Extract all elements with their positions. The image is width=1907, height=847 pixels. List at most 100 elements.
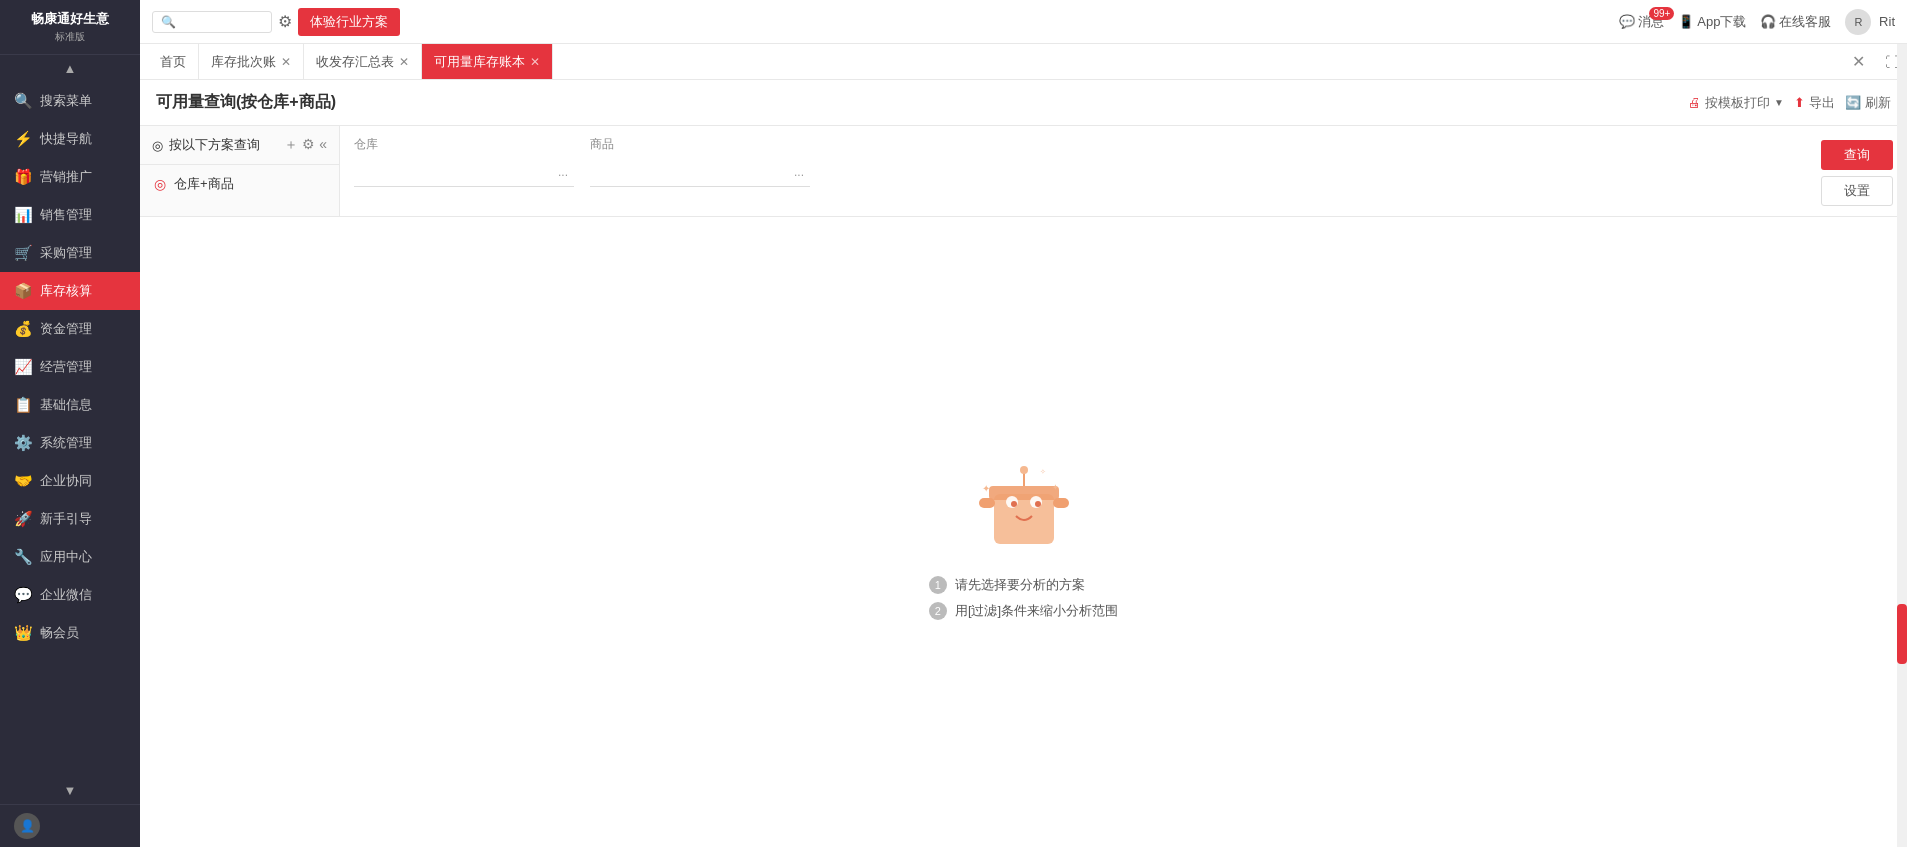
message-button[interactable]: 💬 消息 99+ [1619, 13, 1664, 31]
tab-close-icon[interactable]: ✕ [530, 55, 540, 69]
tab-close-icon[interactable]: ✕ [399, 55, 409, 69]
industry-solution-button[interactable]: 体验行业方案 [298, 8, 400, 36]
marketing-icon: 🎁 [14, 168, 32, 186]
scheme-item-label: 仓库+商品 [174, 175, 234, 193]
system-icon: ⚙️ [14, 434, 32, 452]
export-button[interactable]: ⬆ 导出 [1794, 94, 1835, 112]
gear-icon[interactable]: ⚙ [278, 12, 292, 31]
refresh-button[interactable]: 🔄 刷新 [1845, 94, 1891, 112]
user-avatar: 👤 [14, 813, 40, 839]
tab-available-ledger[interactable]: 可用量库存账本 ✕ [422, 44, 553, 80]
sidebar-item-marketing[interactable]: 🎁 营销推广 [0, 158, 140, 196]
sidebar-item-appcenter[interactable]: 🔧 应用中心 [0, 538, 140, 576]
app-edition: 标准版 [55, 30, 85, 44]
svg-rect-9 [1053, 498, 1069, 508]
query-section: ◎ 按以下方案查询 ＋ ⚙ « ◎ 仓库+商品 仓库 [140, 126, 1907, 217]
svg-text:✦: ✦ [1052, 483, 1059, 492]
sidebar-item-label: 搜索菜单 [40, 92, 92, 110]
sidebar-item-finance[interactable]: 💰 资金管理 [0, 310, 140, 348]
sidebar-item-enterprise[interactable]: 🤝 企业协同 [0, 462, 140, 500]
sidebar-item-guide[interactable]: 🚀 新手引导 [0, 500, 140, 538]
svg-text:✧: ✧ [1040, 468, 1046, 475]
sidebar-item-quicknav[interactable]: ⚡ 快捷导航 [0, 120, 140, 158]
product-field: 商品 ... [590, 136, 810, 187]
right-scrollbar[interactable] [1897, 44, 1907, 847]
page-header: 可用量查询(按仓库+商品) 🖨 按模板打印 ▼ ⬆ 导出 🔄 刷新 [140, 80, 1907, 126]
basic-info-icon: 📋 [14, 396, 32, 414]
svg-rect-8 [979, 498, 995, 508]
sidebar-item-label: 应用中心 [40, 548, 92, 566]
export-label: 导出 [1809, 94, 1835, 112]
sidebar-item-sales[interactable]: 📊 销售管理 [0, 196, 140, 234]
tab-label: 首页 [160, 53, 186, 71]
warehouse-input-container[interactable]: ... [354, 157, 574, 187]
sidebar-user[interactable]: 👤 [0, 804, 140, 847]
scrollbar-thumb[interactable] [1897, 604, 1907, 664]
sidebar-item-label: 采购管理 [40, 244, 92, 262]
avatar: R [1845, 9, 1871, 35]
tab-home[interactable]: 首页 [148, 44, 199, 80]
product-input[interactable] [596, 164, 790, 179]
warehouse-more-button[interactable]: ... [558, 165, 568, 179]
sidebar-item-search[interactable]: 🔍 搜索菜单 [0, 82, 140, 120]
sidebar-item-basic[interactable]: 📋 基础信息 [0, 386, 140, 424]
chevron-down-icon: ▼ [1774, 97, 1784, 108]
warehouse-field: 仓库 ... [354, 136, 574, 187]
operation-icon: 📈 [14, 358, 32, 376]
customer-service-button[interactable]: 🎧 在线客服 [1760, 13, 1831, 31]
sidebar-item-label: 企业微信 [40, 586, 92, 604]
sidebar-item-label: 基础信息 [40, 396, 92, 414]
sidebar-item-label: 系统管理 [40, 434, 92, 452]
warehouse-input[interactable] [360, 164, 554, 179]
app-download-button[interactable]: 📱 App下载 [1678, 13, 1746, 31]
search-icon: 🔍 [161, 15, 176, 29]
query-action-buttons: 查询 设置 [1821, 136, 1893, 206]
print-button[interactable]: 🖨 按模板打印 ▼ [1688, 94, 1784, 112]
search-menu-icon: 🔍 [14, 92, 32, 110]
sidebar-item-system[interactable]: ⚙️ 系统管理 [0, 424, 140, 462]
quicknav-icon: ⚡ [14, 130, 32, 148]
tab-label: 库存批次账 [211, 53, 276, 71]
tab-batch-ledger[interactable]: 库存批次账 ✕ [199, 44, 304, 80]
tab-close-icon[interactable]: ✕ [281, 55, 291, 69]
settings-scheme-button[interactable]: ⚙ [302, 136, 315, 154]
product-more-button[interactable]: ... [794, 165, 804, 179]
sidebar-scroll-down[interactable]: ▼ [0, 777, 140, 804]
phone-icon: 📱 [1678, 14, 1694, 29]
sidebar-item-member[interactable]: 👑 畅会员 [0, 614, 140, 652]
print-label: 按模板打印 [1705, 94, 1770, 112]
scheme-item-warehouse-product[interactable]: ◎ 仓库+商品 [140, 165, 339, 203]
sidebar-item-operation[interactable]: 📈 经营管理 [0, 348, 140, 386]
sidebar-scroll-up[interactable]: ▲ [0, 55, 140, 82]
topbar-search-box[interactable]: 🔍 [152, 11, 272, 33]
page-title: 可用量查询(按仓库+商品) [156, 92, 336, 113]
inventory-icon: 📦 [14, 282, 32, 300]
topbar-left: 🔍 ⚙ 体验行业方案 [152, 8, 1611, 36]
sidebar-logo: 畅康通好生意 标准版 [0, 0, 140, 55]
tabbar: 首页 库存批次账 ✕ 收发存汇总表 ✕ 可用量库存账本 ✕ ✕ ⛶ [140, 44, 1907, 80]
tabbar-close-button[interactable]: ✕ [1840, 52, 1877, 71]
tab-inout-summary[interactable]: 收发存汇总表 ✕ [304, 44, 422, 80]
sidebar-item-label: 资金管理 [40, 320, 92, 338]
settings-button[interactable]: 设置 [1821, 176, 1893, 206]
page-header-actions: 🖨 按模板打印 ▼ ⬆ 导出 🔄 刷新 [1688, 94, 1891, 112]
collapse-scheme-button[interactable]: « [319, 136, 327, 154]
query-scheme-sidebar: ◎ 按以下方案查询 ＋ ⚙ « ◎ 仓库+商品 [140, 126, 340, 216]
product-input-container[interactable]: ... [590, 157, 810, 187]
app-title: 畅康通好生意 [31, 10, 109, 28]
topbar: 🔍 ⚙ 体验行业方案 💬 消息 99+ 📱 App下载 🎧 在线客服 R [140, 0, 1907, 44]
query-button[interactable]: 查询 [1821, 140, 1893, 170]
service-icon: 🎧 [1760, 14, 1776, 29]
query-scheme-label: 按以下方案查询 [169, 136, 260, 154]
main-area: 🔍 ⚙ 体验行业方案 💬 消息 99+ 📱 App下载 🎧 在线客服 R [140, 0, 1907, 847]
sidebar-item-wechat[interactable]: 💬 企业微信 [0, 576, 140, 614]
add-scheme-button[interactable]: ＋ [284, 136, 298, 154]
sidebar-item-label: 快捷导航 [40, 130, 92, 148]
empty-illustration: ✦ ✦ ✧ [964, 444, 1084, 564]
guide-icon: 🚀 [14, 510, 32, 528]
topbar-right: 💬 消息 99+ 📱 App下载 🎧 在线客服 R Rit [1619, 9, 1895, 35]
empty-tip-1-text: 请先选择要分析的方案 [955, 576, 1085, 594]
sidebar-item-inventory[interactable]: 📦 库存核算 [0, 272, 140, 310]
sidebar-item-purchase[interactable]: 🛒 采购管理 [0, 234, 140, 272]
sidebar-item-label: 营销推广 [40, 168, 92, 186]
